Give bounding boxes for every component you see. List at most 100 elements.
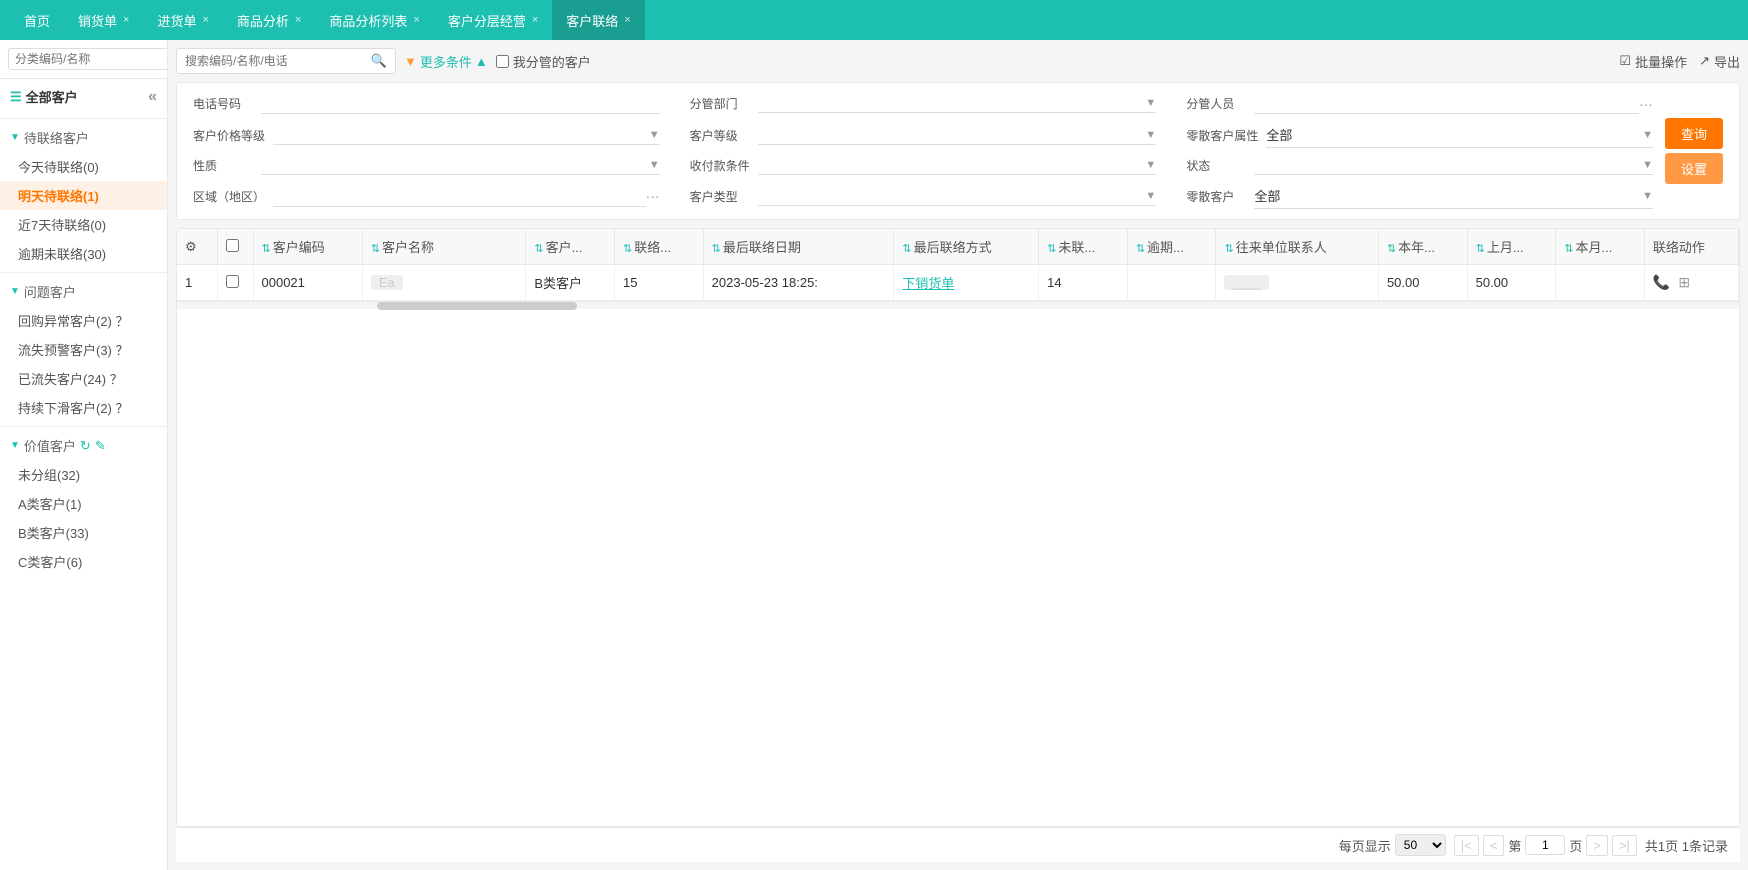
filter-cell-person: 分管人员 ··· [1186, 93, 1653, 114]
filter-actions: 查询 设置 [1665, 93, 1723, 209]
filter-select-nature[interactable]: ▼ [261, 156, 660, 175]
td-checkbox[interactable] [217, 265, 253, 301]
next-page-button[interactable]: > [1586, 835, 1608, 856]
my-customers-check-input[interactable] [496, 55, 509, 68]
filter-select-customer-type[interactable]: ▼ [758, 187, 1157, 206]
top-navigation: 首页 销货单 × 进货单 × 商品分析 × 商品分析列表 × 客户分层经营 × … [0, 0, 1748, 40]
select-all-checkbox[interactable] [226, 239, 239, 252]
batch-ops-button[interactable]: ☑ 批量操作 [1619, 52, 1687, 71]
prev-page-button[interactable]: < [1483, 835, 1505, 856]
td-name: Ea [362, 265, 526, 301]
sidebar-group-value-customers[interactable]: 价值客户 ↻ ✎ [0, 431, 167, 460]
sidebar-item-7days-contact[interactable]: 近7天待联络(0) [0, 210, 167, 239]
filter-label-status: 状态 [1186, 157, 1246, 174]
scroll-bar[interactable] [377, 302, 577, 310]
td-last-contact-method[interactable]: 下销货单 [894, 265, 1039, 301]
th-gear[interactable]: ⚙ [177, 229, 217, 265]
filter-select-dept[interactable]: ▼ [758, 94, 1157, 113]
sidebar-item-declining[interactable]: 持续下滑客户(2) ？ [0, 393, 167, 422]
th-contact-person[interactable]: ⇅往来单位联系人 [1216, 229, 1378, 265]
last-page-button[interactable]: >| [1612, 835, 1637, 856]
nav-product-analysis[interactable]: 商品分析 × [223, 0, 315, 40]
settings-button[interactable]: 设置 [1665, 153, 1723, 184]
filter-select-retail-attr[interactable]: 全部 ▼ [1266, 122, 1653, 148]
th-checkbox[interactable] [217, 229, 253, 265]
first-page-button[interactable]: |< [1454, 835, 1479, 856]
chevron-down-icon: ▼ [1642, 159, 1653, 171]
sidebar-item-today-contact[interactable]: 今天待联络(0) [0, 152, 167, 181]
th-contact-count[interactable]: ⇅联络... [615, 229, 704, 265]
sidebar-group-pending-contact[interactable]: 待联络客户 [0, 123, 167, 152]
close-icon[interactable]: × [202, 14, 208, 26]
gear-icon[interactable]: ⚙ [185, 239, 197, 254]
filter-select-payment[interactable]: ▼ [758, 156, 1157, 175]
filter-select-retail-customer[interactable]: 全部 ▼ [1254, 183, 1653, 209]
more-icon[interactable]: ··· [1639, 96, 1653, 112]
th-overdue[interactable]: ⇅逾期... [1127, 229, 1216, 265]
search-icon[interactable]: 🔍 [371, 53, 387, 69]
filter-select-customer-level[interactable]: ▼ [758, 126, 1157, 145]
nav-sales-order[interactable]: 销货单 × [64, 0, 143, 40]
filter-select-status[interactable]: ▼ [1254, 156, 1653, 175]
th-customer-type[interactable]: ⇅客户... [526, 229, 615, 265]
edit-icon[interactable]: ✎ [95, 438, 106, 454]
chevron-down-icon: ▼ [1642, 129, 1653, 141]
sidebar-group-problem-customers[interactable]: 问题客户 [0, 277, 167, 306]
sidebar-item-churn-warning[interactable]: 流失预警客户(3) ？ [0, 335, 167, 364]
sidebar-search-input[interactable] [8, 48, 168, 70]
nav-home[interactable]: 首页 [10, 0, 64, 40]
close-icon[interactable]: × [413, 14, 419, 26]
sidebar-item-tomorrow-contact[interactable]: 明天待联络(1) [0, 181, 167, 210]
row-checkbox[interactable] [226, 275, 239, 288]
filter-cell-customer-level: 客户等级 ▼ [690, 126, 1157, 145]
sort-icon: ⇅ [623, 243, 632, 255]
th-last-contact-date[interactable]: ⇅最后联络日期 [703, 229, 894, 265]
export-button[interactable]: ↗ 导出 [1699, 52, 1740, 71]
filter-input-region[interactable] [273, 186, 646, 207]
th-last-month[interactable]: ⇅上月... [1467, 229, 1556, 265]
more-icon[interactable]: ··· [646, 188, 660, 204]
sidebar-item-overdue-contact[interactable]: 逾期未联络(30) [0, 239, 167, 268]
sidebar-item-repurchase-abnormal[interactable]: 回购异常客户(2) ？ [0, 306, 167, 335]
filter-input-person[interactable] [1254, 93, 1639, 114]
close-icon[interactable]: × [532, 14, 538, 26]
filter-input-phone[interactable] [261, 93, 660, 114]
nav-customer-contact[interactable]: 客户联络 × [552, 0, 644, 40]
th-uncontact[interactable]: ⇅未联... [1039, 229, 1128, 265]
sidebar-item-class-c[interactable]: C类客户(6) [0, 547, 167, 576]
refresh-icon[interactable]: ↻ [80, 438, 91, 454]
th-name[interactable]: ⇅客户名称 [362, 229, 526, 265]
th-this-year[interactable]: ⇅本年... [1378, 229, 1467, 265]
close-icon[interactable]: × [123, 14, 129, 26]
sidebar-item-class-b[interactable]: B类客户(33) [0, 518, 167, 547]
nav-customer-tier[interactable]: 客户分层经营 × [434, 0, 552, 40]
sidebar-item-class-a[interactable]: A类客户(1) [0, 489, 167, 518]
search-input[interactable] [185, 54, 371, 68]
query-button[interactable]: 查询 [1665, 118, 1723, 149]
collapse-icon[interactable]: « [148, 88, 157, 106]
contact-person-blurred: ____ [1224, 275, 1269, 290]
phone-icon[interactable]: 📞 [1653, 274, 1670, 291]
th-action: 联络动作 [1644, 229, 1738, 265]
nav-product-analysis-list[interactable]: 商品分析列表 × [315, 0, 433, 40]
nav-purchase-order[interactable]: 进货单 × [143, 0, 222, 40]
sidebar-item-churned[interactable]: 已流失客户(24) ？ [0, 364, 167, 393]
last-contact-method-link[interactable]: 下销货单 [902, 276, 954, 291]
page-size-select[interactable]: 50 100 200 [1395, 834, 1446, 856]
th-this-month[interactable]: ⇅本月... [1556, 229, 1645, 265]
close-icon[interactable]: × [295, 14, 301, 26]
filter-select-price-level[interactable]: ▼ [273, 126, 660, 145]
th-code[interactable]: ⇅客户编码 [253, 229, 362, 265]
grid-icon[interactable]: ⊞ [1678, 274, 1690, 291]
th-last-contact-method[interactable]: ⇅最后联络方式 [894, 229, 1039, 265]
more-conditions-button[interactable]: ▼ 更多条件 ▲ [404, 52, 488, 71]
sidebar-all-customers[interactable]: ☰ 全部客户 « [0, 79, 167, 114]
pagination-nav: |< < 第 页 > >| [1454, 835, 1637, 856]
filter-label-customer-type: 客户类型 [690, 188, 750, 205]
sidebar-item-ungrouped[interactable]: 未分组(32) [0, 460, 167, 489]
page-input[interactable] [1525, 835, 1565, 855]
td-customer-type: B类客户 [526, 265, 615, 301]
close-icon[interactable]: × [624, 14, 630, 26]
my-customers-checkbox[interactable]: 我分管的客户 [496, 52, 591, 71]
page-size-selector: 每页显示 50 100 200 [1339, 834, 1446, 856]
